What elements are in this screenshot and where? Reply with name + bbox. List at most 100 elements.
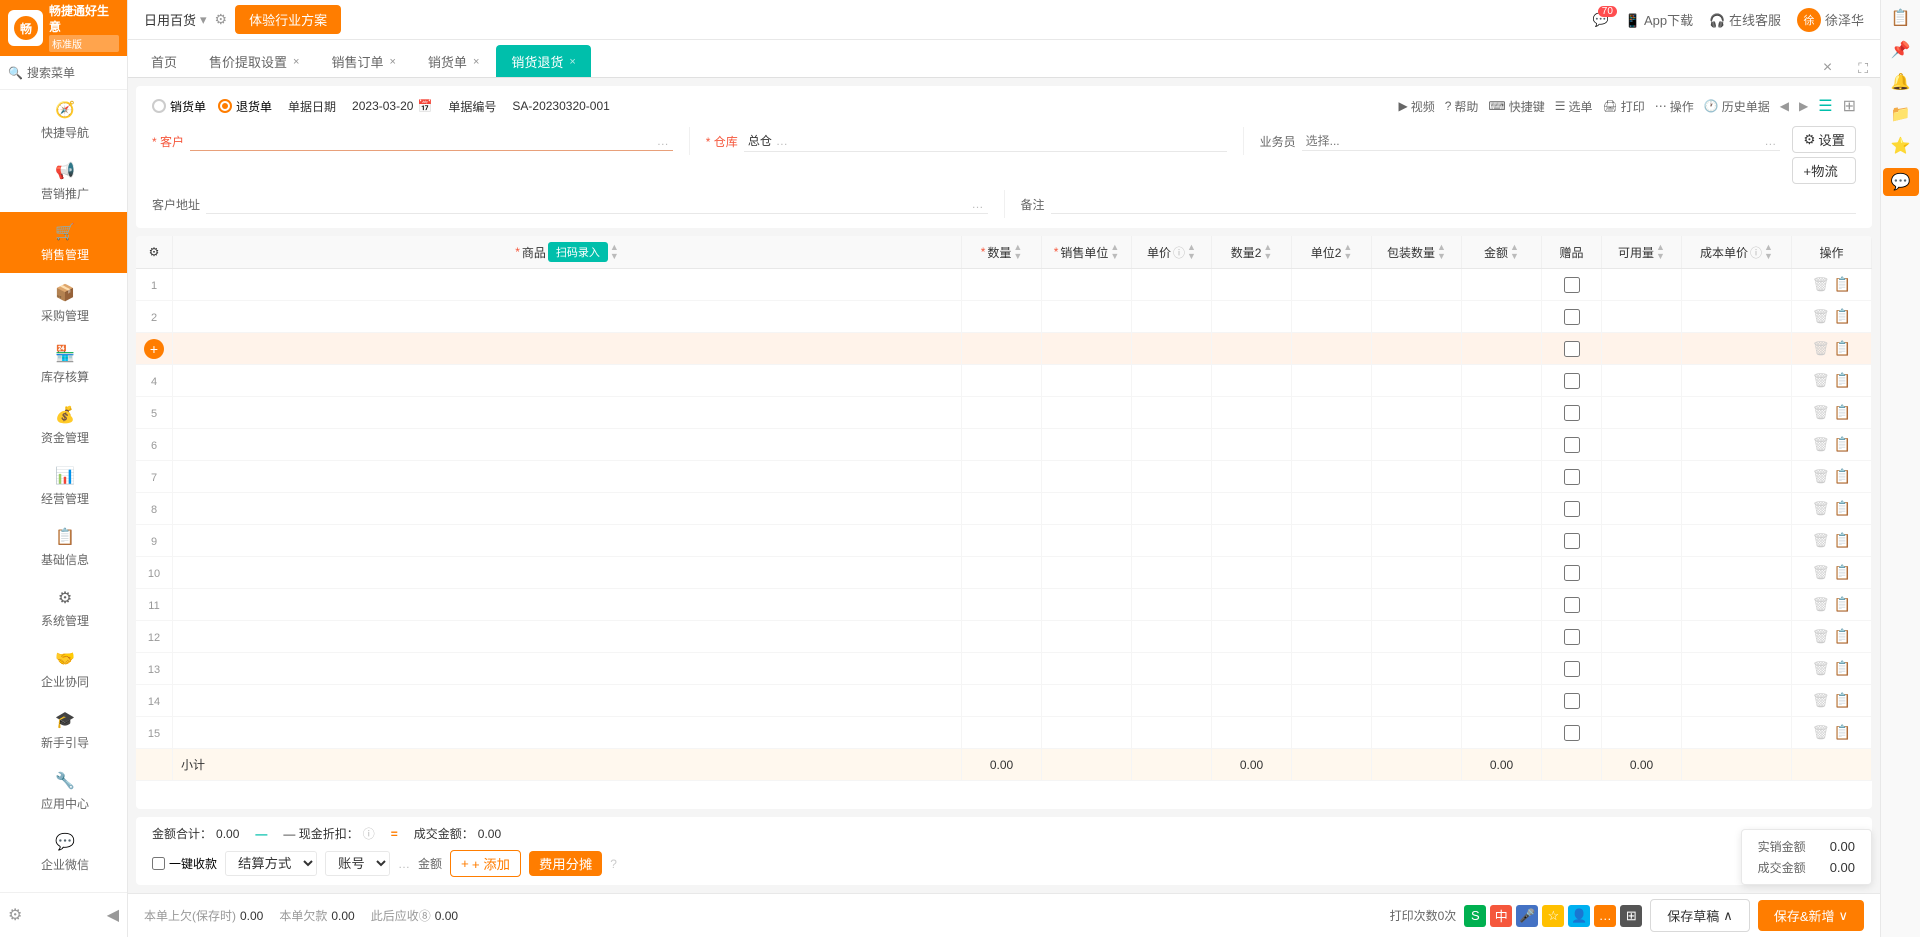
copy-row-icon[interactable]: 📋 (1834, 564, 1851, 581)
pkg-qty-cell[interactable] (1372, 269, 1462, 301)
product-cell-active[interactable] (173, 333, 962, 365)
qty-cell[interactable] (962, 269, 1042, 301)
gift-checkbox[interactable] (1564, 661, 1580, 677)
radio-shipper[interactable]: 销货单 (152, 98, 206, 115)
price-info-icon[interactable]: ⓘ (1173, 244, 1185, 261)
settings-icon[interactable]: ⚙ (149, 245, 160, 259)
gift-checkbox[interactable] (1564, 469, 1580, 485)
product-cell[interactable] (173, 717, 962, 749)
available-cell[interactable] (1602, 269, 1682, 301)
sidebar-item-inventory[interactable]: 🏪 库存核算 (0, 334, 127, 395)
action-shortcut-btn[interactable]: ⌨ 快捷键 (1488, 98, 1544, 115)
gift-checkbox[interactable] (1564, 277, 1580, 293)
copy-row-icon[interactable]: 📋 (1834, 628, 1851, 645)
delete-row-icon[interactable]: 🗑 (1812, 532, 1830, 549)
delete-row-icon[interactable]: 🗑 (1812, 340, 1830, 357)
sidebar-item-finance[interactable]: 💰 资金管理 (0, 395, 127, 456)
unit2-sort[interactable]: ▲▼ (1343, 243, 1352, 261)
experience-btn[interactable]: 体验行业方案 (235, 5, 341, 34)
onepay-checkbox[interactable]: 一键收款 (152, 855, 217, 872)
delete-row-icon[interactable]: 🗑 (1812, 692, 1830, 709)
amount-sort[interactable]: ▲▼ (1510, 243, 1519, 261)
product-cell[interactable] (173, 621, 962, 653)
qty-sort[interactable]: ▲▼ (1013, 243, 1022, 261)
product-sort[interactable]: ▲▼ (610, 243, 619, 261)
copy-row-icon[interactable]: 📋 (1834, 692, 1851, 709)
sidebar-item-basic-info[interactable]: 📋 基础信息 (0, 517, 127, 578)
view-list-btn[interactable]: ☰ (1818, 96, 1832, 116)
table-scroll[interactable]: ⚙ * 商品 扫码录入 ▲▼ (136, 236, 1872, 809)
pkgqty-sort[interactable]: ▲▼ (1437, 243, 1446, 261)
copy-row-icon[interactable]: 📋 (1834, 660, 1851, 677)
available-sort[interactable]: ▲▼ (1656, 243, 1665, 261)
add-row-btn[interactable]: + (144, 339, 164, 359)
delete-row-icon[interactable]: 🗑 (1812, 500, 1830, 517)
tab-sales-order-close[interactable]: × (389, 56, 395, 68)
tab-price-extract[interactable]: 售价提取设置 × (194, 45, 314, 77)
copy-row-icon[interactable]: 📋 (1834, 468, 1851, 485)
price-input[interactable] (1140, 278, 1203, 292)
gift-cell-active[interactable] (1542, 333, 1602, 365)
expense-help-icon[interactable]: ? (610, 857, 617, 871)
cost-price-cell-active[interactable] (1682, 333, 1792, 365)
available-cell-active[interactable] (1602, 333, 1682, 365)
qty2-cell-active[interactable] (1212, 333, 1292, 365)
product-cell[interactable] (173, 653, 962, 685)
sidebar-item-shortcut[interactable]: 🧭 快捷导航 (0, 90, 127, 151)
available-cell[interactable] (1602, 301, 1682, 333)
gift-checkbox-active[interactable] (1564, 341, 1580, 357)
action-help-btn[interactable]: ? 帮助 (1445, 98, 1479, 115)
expense-split-btn[interactable]: 费用分摊 (529, 851, 602, 876)
cost-price-cell[interactable] (1682, 301, 1792, 333)
icon-extra[interactable]: ⊞ (1620, 905, 1642, 927)
gift-cell[interactable] (1542, 301, 1602, 333)
copy-row-icon[interactable]: 📋 (1834, 308, 1851, 325)
sidebar-item-apps[interactable]: 🔧 应用中心 (0, 761, 127, 822)
sidebar-item-guide[interactable]: 🎓 新手引导 (0, 700, 127, 761)
product-input[interactable] (181, 278, 953, 292)
product-input-active[interactable] (181, 342, 953, 356)
product-cell[interactable] (173, 461, 962, 493)
right-panel-item-5[interactable]: ⭐ (1891, 136, 1911, 156)
icon-zh[interactable]: 中 (1490, 905, 1512, 927)
logistics-btn[interactable]: +物流 (1792, 157, 1856, 184)
product-cell[interactable] (173, 429, 962, 461)
unit-sort[interactable]: ▲▼ (1110, 243, 1119, 261)
right-panel-item-3[interactable]: 🔔 (1891, 72, 1911, 92)
pkg-qty-cell[interactable] (1372, 301, 1462, 333)
right-panel-item-4[interactable]: 📁 (1891, 104, 1911, 124)
product-cell[interactable] (173, 493, 962, 525)
delete-row-icon[interactable]: 🗑 (1812, 468, 1830, 485)
product-cell[interactable] (173, 685, 962, 717)
gift-checkbox[interactable] (1564, 693, 1580, 709)
sidebar-item-purchase[interactable]: 📦 采购管理 (0, 273, 127, 334)
salesperson-input[interactable] (1306, 134, 1765, 148)
category-select[interactable]: 日用百货 ▾ (144, 10, 207, 29)
nav-prev-btn[interactable]: ◀ (1780, 99, 1789, 113)
sidebar-collapse-btn[interactable]: ◀ (107, 905, 119, 925)
unit-cell[interactable] (1042, 269, 1132, 301)
action-video-btn[interactable]: ▶ 视频 (1398, 98, 1434, 115)
qty-cell-active[interactable] (962, 333, 1042, 365)
add-row-cell[interactable]: + (136, 333, 173, 365)
cost-info-icon[interactable]: ⓘ (1750, 244, 1762, 261)
remark-input[interactable] (1055, 197, 1852, 211)
action-operate-btn[interactable]: ⋯ 操作 (1655, 98, 1694, 115)
scan-btn[interactable]: 扫码录入 (548, 242, 608, 262)
product-cell[interactable] (173, 557, 962, 589)
qty-cell[interactable] (962, 301, 1042, 333)
right-panel-item-1[interactable]: 📋 (1891, 8, 1911, 28)
unit2-cell[interactable] (1292, 269, 1372, 301)
address-input[interactable] (210, 197, 971, 211)
icon-person[interactable]: 👤 (1568, 905, 1590, 927)
sidebar-item-collab[interactable]: 🤝 企业协同 (0, 639, 127, 700)
qty2-cell[interactable] (1212, 301, 1292, 333)
sidebar-settings-btn[interactable]: ⚙ (8, 905, 22, 925)
user-menu[interactable]: 徐 徐泽华 (1797, 8, 1864, 32)
radio-return[interactable]: 退货单 (218, 98, 272, 115)
copy-row-icon[interactable]: 📋 (1834, 532, 1851, 549)
icon-star[interactable]: ☆ (1542, 905, 1564, 927)
price-cell-active[interactable] (1132, 333, 1212, 365)
add-payment-btn[interactable]: + + 添加 (450, 850, 521, 877)
gift-checkbox[interactable] (1564, 309, 1580, 325)
